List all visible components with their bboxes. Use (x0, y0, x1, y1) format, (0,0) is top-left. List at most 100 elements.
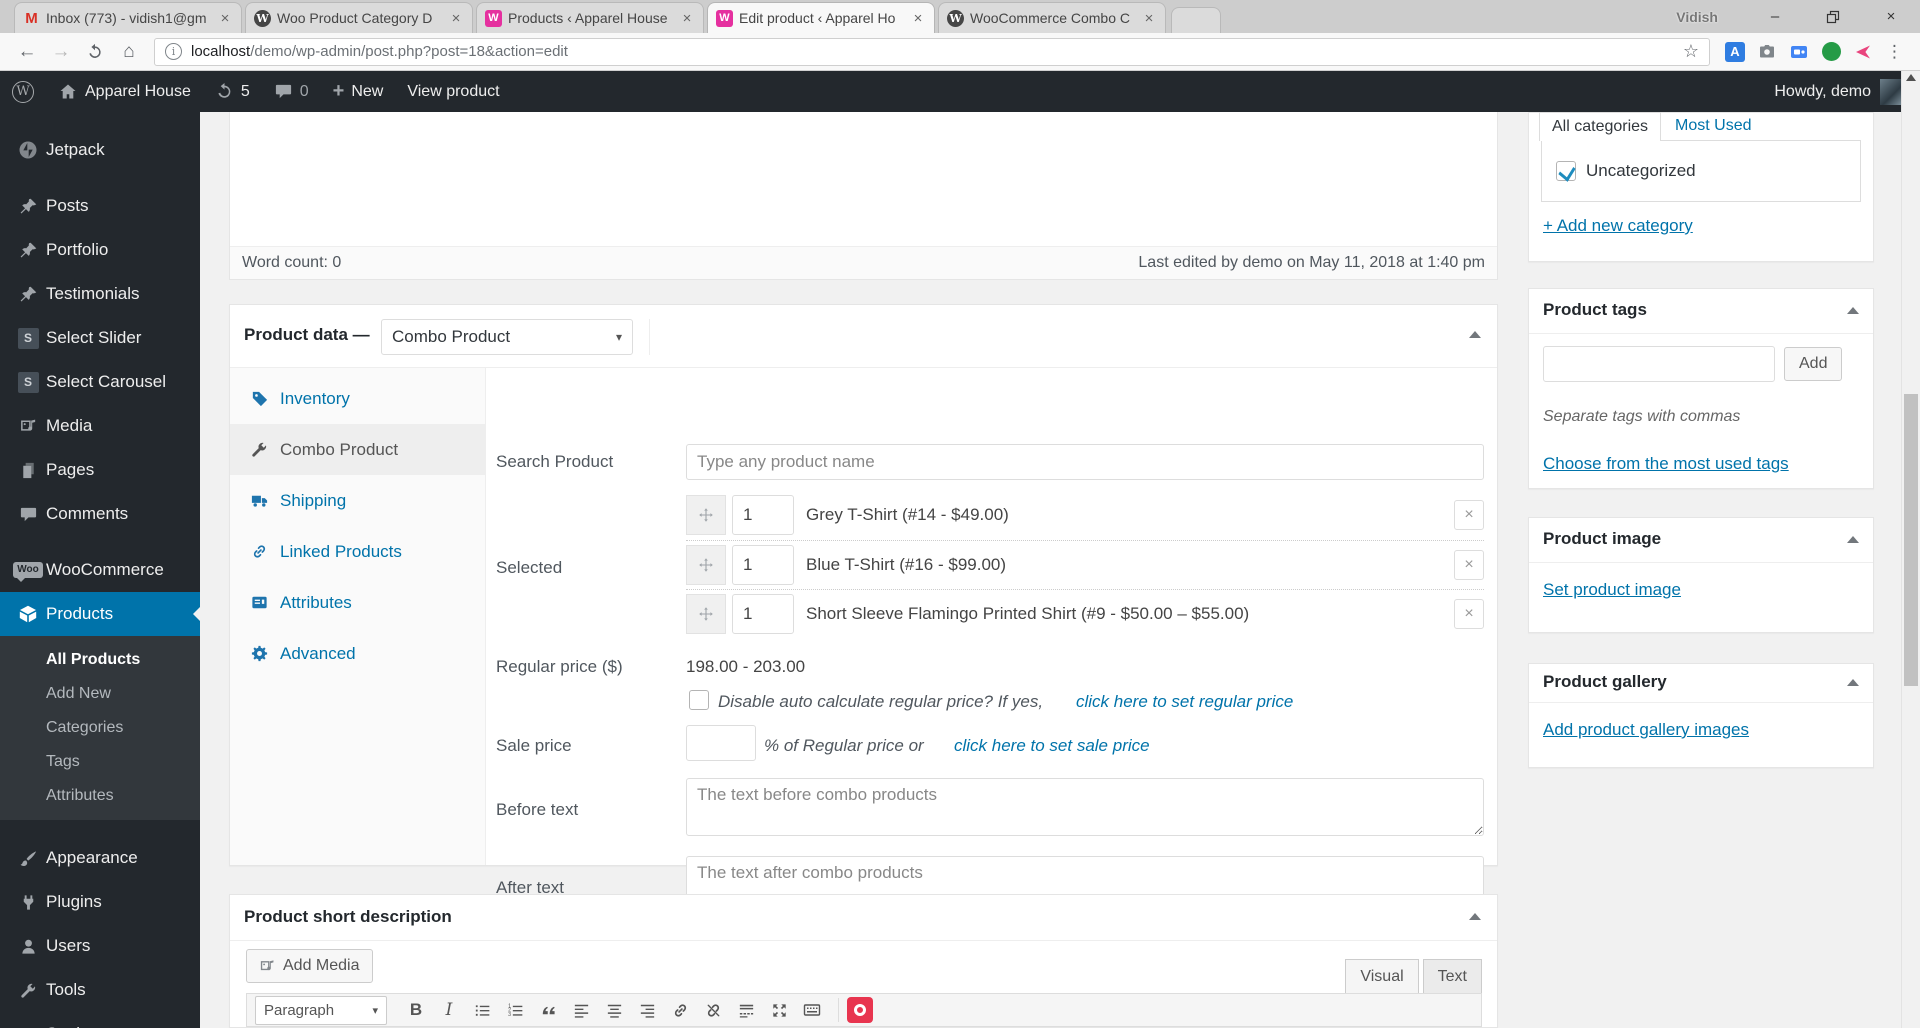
sidebar-item-portfolio[interactable]: Portfolio (0, 228, 200, 272)
blockquote-icon[interactable] (533, 997, 563, 1023)
collapse-toggle-icon[interactable] (1847, 307, 1859, 314)
drag-handle[interactable] (686, 594, 726, 634)
tab-woo-product-category[interactable]: W Woo Product Category D × (245, 2, 473, 33)
collapse-toggle-icon[interactable] (1847, 679, 1859, 686)
shortcode-plugin-icon[interactable] (847, 997, 873, 1023)
close-icon[interactable]: × (448, 10, 464, 27)
site-name-menu[interactable]: Apparel House (46, 71, 203, 112)
sidebar-item-select-slider[interactable]: S Select Slider (0, 316, 200, 360)
tab-products[interactable]: W Products ‹ Apparel House × (476, 2, 704, 33)
tag-extension-icon[interactable] (1784, 37, 1814, 67)
translate-extension-icon[interactable]: A (1720, 37, 1750, 67)
all-categories-tab[interactable]: All categories (1539, 112, 1661, 141)
green-circle-extension-icon[interactable] (1816, 37, 1846, 67)
sidebar-item-woocommerce[interactable]: Woo WooCommerce (0, 548, 200, 592)
toolbar-toggle-icon[interactable] (797, 997, 827, 1023)
sidebar-subitem-categories[interactable]: Categories (0, 711, 200, 745)
browser-menu-icon[interactable]: ⋮ (1880, 37, 1910, 67)
drag-handle[interactable] (686, 545, 726, 585)
close-icon[interactable]: × (910, 10, 926, 27)
sidebar-item-select-carousel[interactable]: S Select Carousel (0, 360, 200, 404)
paragraph-format-select[interactable]: Paragraph ▾ (255, 996, 387, 1025)
sidebar-item-pages[interactable]: Pages (0, 448, 200, 492)
quantity-input[interactable] (732, 594, 794, 634)
camera-extension-icon[interactable] (1752, 37, 1782, 67)
account-menu[interactable]: Howdy, demo (1774, 79, 1920, 105)
italic-button[interactable]: I (434, 997, 464, 1023)
align-left-icon[interactable] (566, 997, 596, 1023)
tag-input[interactable] (1543, 346, 1775, 382)
sidebar-item-comments[interactable]: Comments (0, 492, 200, 536)
collapse-toggle-icon[interactable] (1469, 331, 1481, 338)
close-icon[interactable]: × (217, 10, 233, 27)
remove-link-icon[interactable] (698, 997, 728, 1023)
forward-button[interactable]: → (44, 37, 78, 67)
sidebar-item-plugins[interactable]: Plugins (0, 880, 200, 924)
sidebar-item-media[interactable]: Media (0, 404, 200, 448)
tab-woocommerce-combo[interactable]: W WooCommerce Combo C × (938, 2, 1166, 33)
search-product-input[interactable] (686, 444, 1484, 480)
quantity-input[interactable] (732, 545, 794, 585)
sidebar-item-testimonials[interactable]: Testimonials (0, 272, 200, 316)
sale-price-input[interactable] (686, 725, 756, 761)
wp-logo-menu[interactable]: W (0, 71, 46, 112)
minimize-button[interactable]: – (1746, 0, 1804, 33)
page-info-icon[interactable]: i (165, 43, 182, 60)
sidebar-item-users[interactable]: Users (0, 924, 200, 968)
numbered-list-icon[interactable]: 123 (500, 997, 530, 1023)
product-type-select[interactable]: Combo Product ▾ (381, 319, 633, 355)
add-media-button[interactable]: Add Media (246, 949, 373, 983)
fullscreen-icon[interactable] (764, 997, 794, 1023)
align-center-icon[interactable] (599, 997, 629, 1023)
add-tag-button[interactable]: Add (1784, 347, 1842, 381)
updates-menu[interactable]: 5 (203, 71, 262, 112)
quantity-input[interactable] (732, 495, 794, 535)
tab-combo-product[interactable]: Combo Product (230, 424, 485, 475)
new-content-menu[interactable]: + New (321, 71, 396, 112)
remove-row-button[interactable]: × (1454, 599, 1484, 629)
tab-shipping[interactable]: Shipping (230, 475, 485, 526)
set-product-image-link[interactable]: Set product image (1543, 580, 1681, 600)
sidebar-subitem-all-products[interactable]: All Products (0, 643, 200, 677)
close-icon[interactable]: × (1141, 10, 1157, 27)
reload-button[interactable] (78, 37, 112, 67)
bookmark-star-icon[interactable]: ☆ (1683, 41, 1699, 62)
collapse-toggle-icon[interactable] (1847, 536, 1859, 543)
tab-advanced[interactable]: Advanced (230, 628, 485, 679)
add-new-category-link[interactable]: + Add new category (1543, 216, 1693, 236)
new-tab-stub[interactable] (1171, 7, 1221, 33)
visual-tab[interactable]: Visual (1345, 959, 1418, 993)
drag-handle[interactable] (686, 495, 726, 535)
set-sale-price-link[interactable]: click here to set sale price (954, 736, 1150, 756)
sidebar-item-settings[interactable]: Settings (0, 1012, 200, 1028)
bold-button[interactable]: B (401, 997, 431, 1023)
sidebar-item-appearance[interactable]: Appearance (0, 836, 200, 880)
pink-play-extension-icon[interactable] (1848, 37, 1878, 67)
align-right-icon[interactable] (632, 997, 662, 1023)
disable-auto-calc-checkbox[interactable] (689, 690, 709, 710)
browser-profile-name[interactable]: Vidish (1676, 9, 1718, 25)
home-button[interactable]: ⌂ (112, 37, 146, 67)
scrollbar-thumb[interactable] (1904, 394, 1918, 686)
remove-row-button[interactable]: × (1454, 500, 1484, 530)
tab-inventory[interactable]: Inventory (230, 373, 485, 424)
sidebar-subitem-add-new[interactable]: Add New (0, 677, 200, 711)
most-used-tab[interactable]: Most Used (1661, 112, 1765, 140)
add-gallery-images-link[interactable]: Add product gallery images (1543, 720, 1749, 740)
sidebar-item-tools[interactable]: Tools (0, 968, 200, 1012)
close-icon[interactable]: × (679, 10, 695, 27)
back-button[interactable]: ← (10, 37, 44, 67)
scroll-up-arrow-icon[interactable] (1906, 74, 1916, 81)
uncategorized-checkbox[interactable] (1556, 161, 1576, 181)
text-tab[interactable]: Text (1423, 959, 1482, 993)
read-more-tag-icon[interactable] (731, 997, 761, 1023)
url-bar[interactable]: i localhost /demo/wp-admin/post.php?post… (154, 38, 1710, 66)
close-window-button[interactable]: × (1862, 0, 1920, 33)
set-regular-price-link[interactable]: click here to set regular price (1076, 692, 1293, 712)
before-text-textarea[interactable] (686, 778, 1484, 836)
insert-link-icon[interactable] (665, 997, 695, 1023)
tab-edit-product-active[interactable]: W Edit product ‹ Apparel Ho × (707, 2, 935, 33)
tab-inbox[interactable]: M Inbox (773) - vidish1@gm × (14, 2, 242, 33)
restore-button[interactable] (1804, 0, 1862, 33)
page-scrollbar[interactable] (1901, 71, 1920, 1028)
